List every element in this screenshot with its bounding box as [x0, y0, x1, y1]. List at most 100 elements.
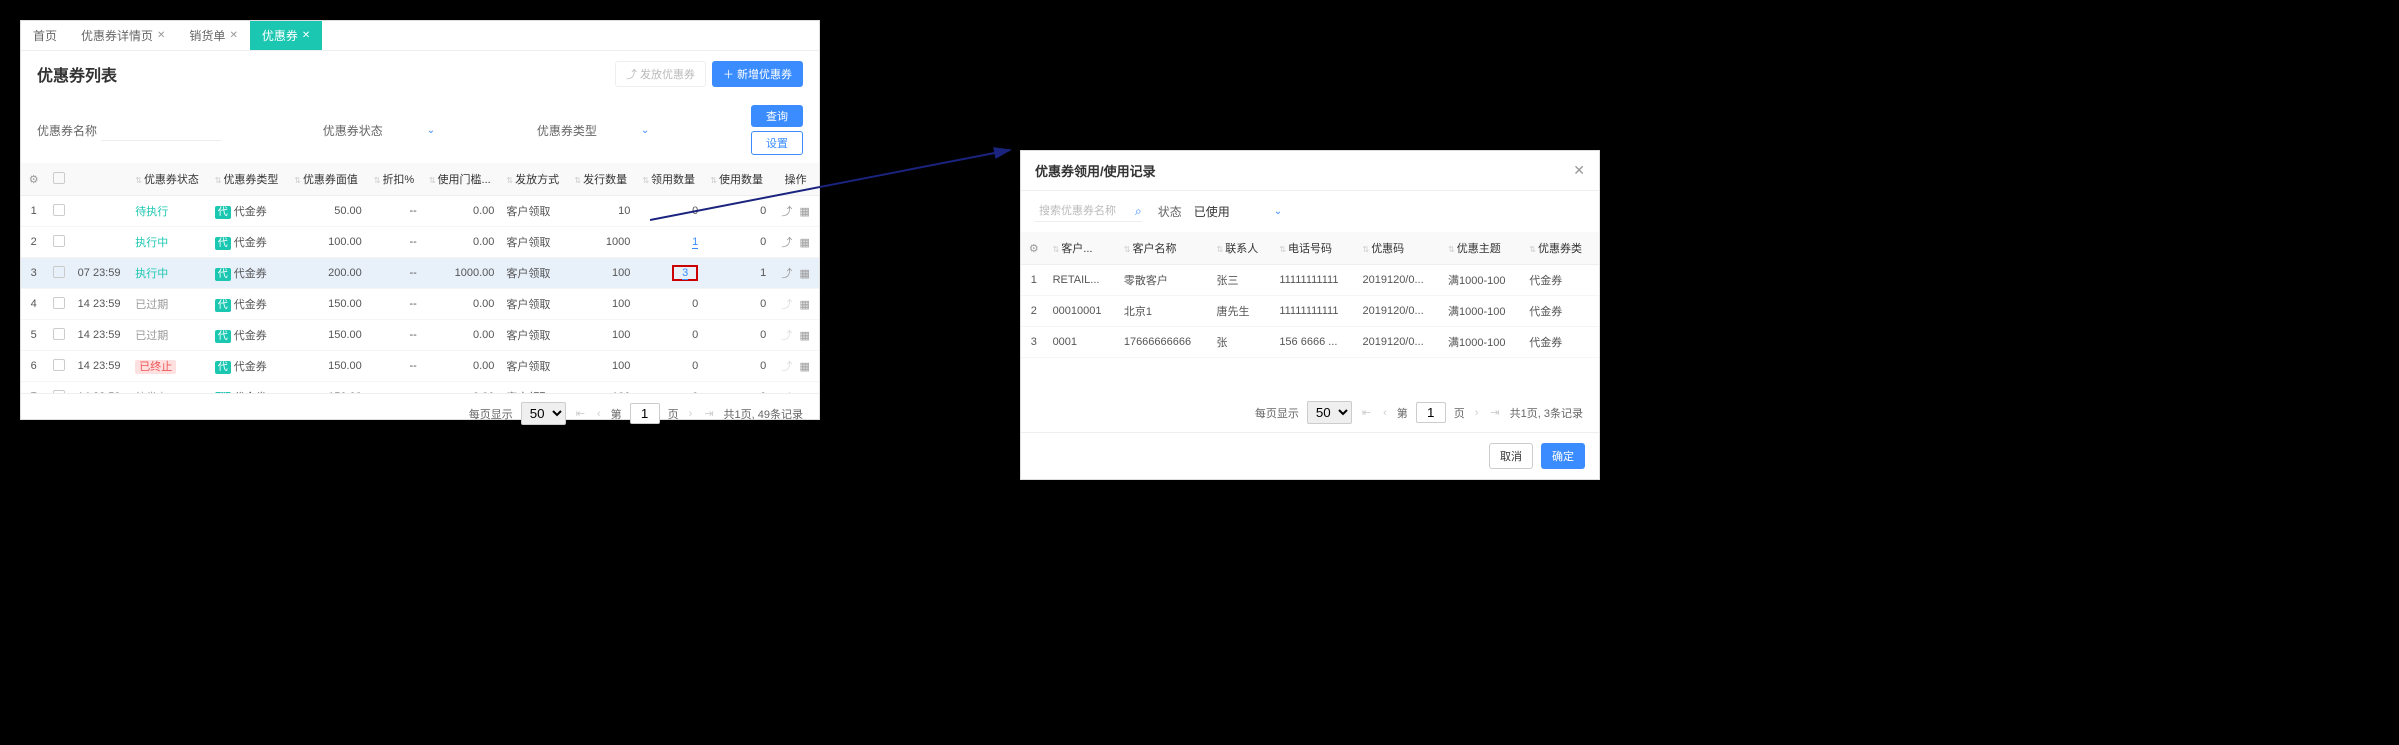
table-row[interactable]: 5 14 23:59 已过期 代 代金券 150.00 -- 0.00 客户领取… [21, 320, 819, 351]
status-badge: 待发布 [135, 392, 168, 393]
pagination: 每页显示 50 ⇤ ‹ 第 页 › ⇥ 共1页, 49条记录 [21, 393, 819, 433]
close-icon[interactable]: ✕ [157, 30, 165, 41]
per-page-select[interactable]: 50 [521, 402, 566, 425]
close-icon[interactable]: ✕ [229, 30, 237, 41]
qrcode-icon[interactable]: ▦ [799, 330, 809, 342]
filter-status[interactable]: 优惠券状态 ⌄ [323, 122, 435, 139]
first-page-icon[interactable]: ⇤ [1360, 406, 1373, 419]
row-checkbox[interactable] [53, 328, 65, 340]
share-icon[interactable]: ⤴ [781, 299, 792, 311]
qrcode-icon[interactable]: ▦ [799, 268, 809, 280]
row-checkbox[interactable] [53, 390, 65, 394]
usage-table: ⚙ ⇅客户... ⇅客户名称 ⇅联系人 ⇅电话号码 ⇅优惠码 ⇅优惠主题 ⇅优惠… [1021, 232, 1599, 358]
checkbox-all[interactable] [53, 172, 65, 184]
share-icon[interactable]: ⤴ [781, 268, 792, 280]
distribute-button[interactable]: ⤴发放优惠券 [615, 61, 706, 87]
qrcode-icon[interactable]: ▦ [799, 299, 809, 311]
chevron-down-icon: ⌄ [1274, 206, 1282, 217]
gear-icon[interactable]: ⚙ [29, 174, 39, 186]
search-box: ⌕ [1035, 201, 1142, 222]
table-row[interactable]: 4 14 23:59 已过期 代 代金券 150.00 -- 0.00 客户领取… [21, 289, 819, 320]
first-page-icon[interactable]: ⇤ [574, 407, 587, 420]
table-row[interactable]: 1 待执行 代 代金券 50.00 -- 0.00 客户领取 10 0 0 ⤴ … [21, 196, 819, 227]
table-row[interactable]: 1 RETAIL... 零散客户 张三 11111111111 2019120/… [1021, 265, 1599, 296]
next-page-icon[interactable]: › [1473, 407, 1481, 419]
share-icon[interactable]: ⤴ [781, 361, 792, 373]
voucher-tag: 代 [215, 237, 231, 250]
row-checkbox[interactable] [53, 204, 65, 216]
table-row[interactable]: 2 执行中 代 代金券 100.00 -- 0.00 客户领取 1000 1 0… [21, 227, 819, 258]
row-checkbox[interactable] [53, 359, 65, 371]
tab-detail[interactable]: 优惠券详情页 ✕ [69, 21, 177, 50]
sort-icon[interactable]: ⇅ [1448, 245, 1455, 254]
share-icon[interactable]: ⤴ [781, 392, 792, 393]
page-input[interactable] [1416, 402, 1446, 423]
prev-page-icon[interactable]: ‹ [595, 408, 603, 420]
sort-icon[interactable]: ⇅ [1529, 245, 1536, 254]
table-row[interactable]: 3 07 23:59 执行中 代 代金券 200.00 -- 1000.00 客… [21, 258, 819, 289]
voucher-tag: 代 [215, 361, 231, 374]
last-page-icon[interactable]: ⇥ [702, 407, 715, 420]
status-filter[interactable]: 状态 已使用 ⌄ [1158, 203, 1282, 220]
status-badge: 执行中 [135, 268, 168, 280]
per-page-select[interactable]: 50 [1307, 401, 1352, 424]
tab-home[interactable]: 首页 [21, 21, 69, 50]
usage-modal: 优惠券领用/使用记录 ✕ ⌕ 状态 已使用 ⌄ ⚙ ⇅客户... ⇅客户名称 ⇅… [1020, 150, 1600, 480]
search-input[interactable] [1035, 201, 1135, 221]
prev-page-icon[interactable]: ‹ [1381, 407, 1389, 419]
sort-icon[interactable]: ⇅ [574, 176, 581, 185]
table-row[interactable]: 3 0001 17666666666 张 156 6666 ... 201912… [1021, 327, 1599, 358]
page-title: 优惠券列表 [37, 62, 117, 86]
plus-icon: ＋ [723, 69, 734, 81]
table-row[interactable]: 6 14 23:59 已终止 代 代金券 150.00 -- 0.00 客户领取… [21, 351, 819, 382]
table-row[interactable]: 7 14 23:59 待发布 代 代金券 150.00 -- 0.00 客户领取… [21, 382, 819, 394]
settings-button[interactable]: 设置 [751, 131, 803, 155]
filter-type[interactable]: 优惠券类型 ⌄ [537, 122, 649, 139]
sort-icon[interactable]: ⇅ [506, 176, 513, 185]
tab-bar: 首页 优惠券详情页 ✕ 销货单 ✕ 优惠券 ✕ [21, 21, 819, 51]
pagination-total: 共1页, 49条记录 [724, 406, 803, 422]
name-input[interactable] [101, 120, 221, 141]
close-icon[interactable]: ✕ [302, 30, 310, 41]
cancel-button[interactable]: 取消 [1489, 443, 1533, 469]
sort-icon[interactable]: ⇅ [294, 176, 301, 185]
sort-icon[interactable]: ⇅ [374, 176, 381, 185]
sort-icon[interactable]: ⇅ [215, 176, 222, 185]
confirm-button[interactable]: 确定 [1541, 443, 1585, 469]
share-icon[interactable]: ⤴ [781, 206, 792, 218]
status-badge: 已过期 [135, 299, 168, 311]
share-icon[interactable]: ⤴ [781, 330, 792, 342]
row-checkbox[interactable] [53, 297, 65, 309]
qrcode-icon[interactable]: ▦ [799, 361, 809, 373]
last-page-icon[interactable]: ⇥ [1488, 406, 1501, 419]
voucher-tag: 代 [215, 268, 231, 281]
share-icon[interactable]: ⤴ [781, 237, 792, 249]
gear-icon[interactable]: ⚙ [1029, 243, 1039, 255]
sort-icon[interactable]: ⇅ [642, 176, 649, 185]
qrcode-icon[interactable]: ▦ [799, 392, 809, 393]
tab-coupon[interactable]: 优惠券 ✕ [250, 21, 322, 50]
sort-icon[interactable]: ⇅ [135, 176, 142, 185]
table-row[interactable]: 2 00010001 北京1 唐先生 11111111111 2019120/0… [1021, 296, 1599, 327]
add-coupon-button[interactable]: ＋新增优惠券 [712, 61, 803, 87]
status-badge: 待执行 [135, 206, 168, 218]
sort-icon[interactable]: ⇅ [1053, 245, 1060, 254]
chevron-down-icon: ⌄ [427, 125, 435, 136]
qrcode-icon[interactable]: ▦ [799, 237, 809, 249]
row-checkbox[interactable] [53, 235, 65, 247]
voucher-tag: 代 [215, 206, 231, 219]
page-input[interactable] [630, 403, 660, 424]
sort-icon[interactable]: ⇅ [429, 176, 436, 185]
qrcode-icon[interactable]: ▦ [799, 206, 809, 218]
sort-icon[interactable]: ⇅ [1279, 245, 1286, 254]
close-icon[interactable]: ✕ [1573, 162, 1585, 179]
sort-icon[interactable]: ⇅ [1362, 245, 1369, 254]
next-page-icon[interactable]: › [687, 408, 695, 420]
sort-icon[interactable]: ⇅ [1217, 245, 1224, 254]
row-checkbox[interactable] [53, 266, 65, 278]
sort-icon[interactable]: ⇅ [710, 176, 717, 185]
sort-icon[interactable]: ⇅ [1124, 245, 1131, 254]
search-icon[interactable]: ⌕ [1135, 204, 1142, 219]
search-button[interactable]: 查询 [751, 105, 803, 127]
tab-sales[interactable]: 销货单 ✕ [177, 21, 249, 50]
